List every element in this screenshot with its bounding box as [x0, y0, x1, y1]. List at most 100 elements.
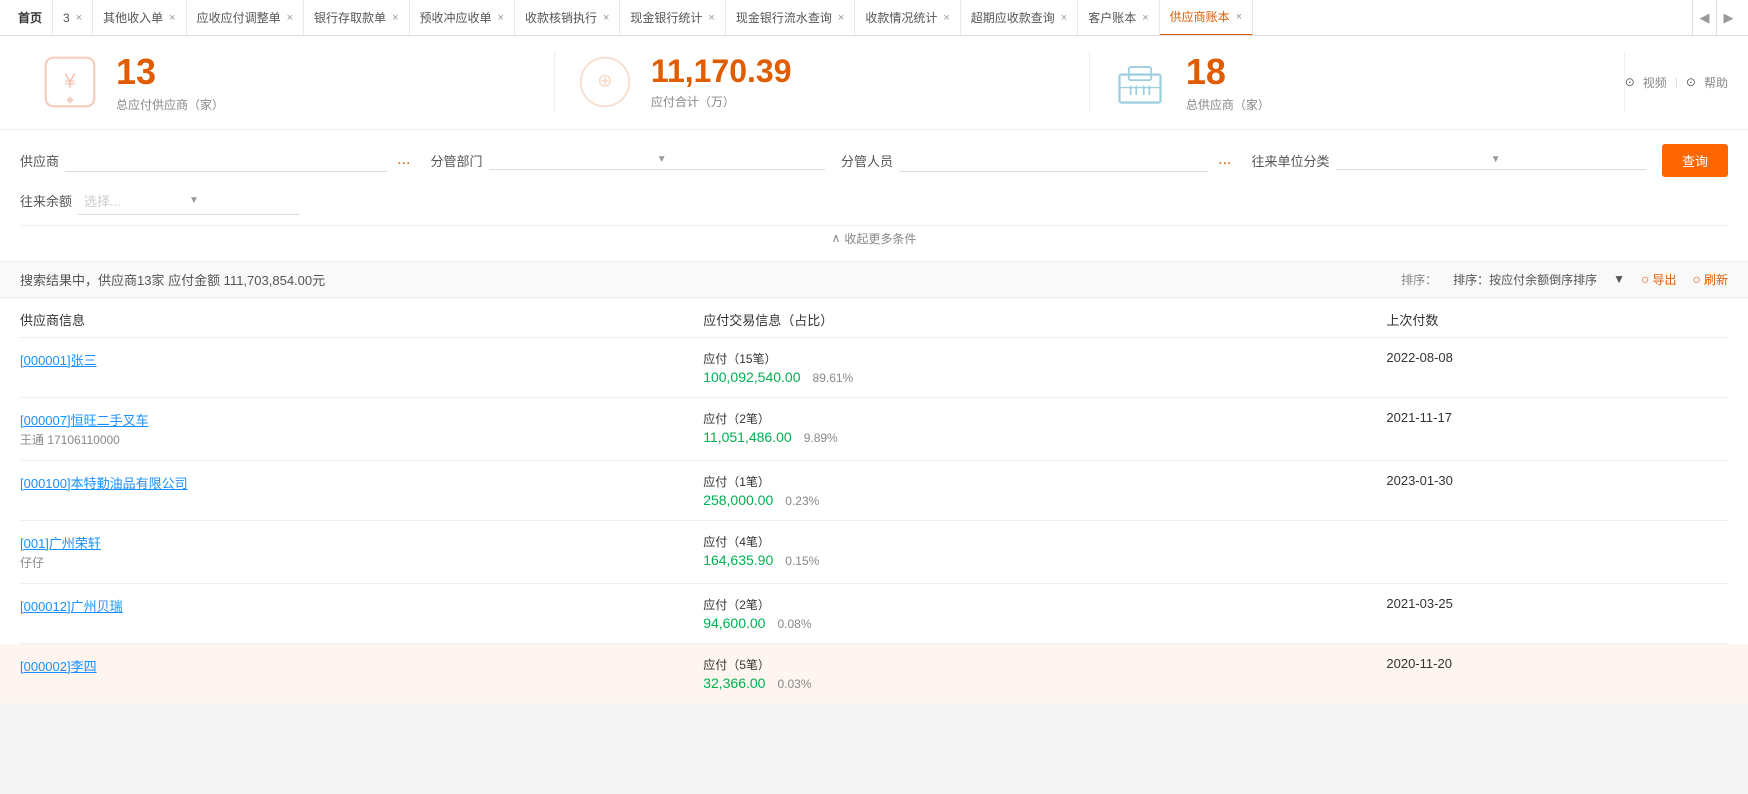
nav-tab-customer-ledger[interactable]: 客户账本× [1078, 0, 1159, 36]
close-icon[interactable]: × [1142, 12, 1148, 24]
close-icon[interactable]: × [943, 12, 949, 24]
tx-row-0: 100,092,540.00 89.61% [703, 369, 1386, 385]
filter-group-unit: 往来单位分类 ▼ [1252, 150, 1647, 170]
close-icon[interactable]: × [169, 12, 175, 24]
stats-bar: ¥ ◆ 13 总应付供应商（家） ⊕ 11,170.39 应付合计（万） [0, 36, 1748, 130]
stat-number-total: 11,170.39 [651, 54, 1069, 89]
supplier-cell-1: [000007]恒旺二手叉车王通 17106110000 [20, 410, 703, 448]
nav-tab-cash-bank-flow[interactable]: 现金银行流水查询× [726, 0, 855, 36]
export-button[interactable]: ○ 导出 [1641, 271, 1676, 288]
unit-filter-label: 往来单位分类 [1252, 151, 1330, 170]
supplier-link-2[interactable]: [000100]本特勤油品有限公司 [20, 476, 188, 491]
collapse-button[interactable]: ∧ 收起更多条件 [20, 225, 1728, 251]
tx-label-0: 应付（15笔） [703, 350, 1386, 367]
nav-tab-prepay-ar[interactable]: 预收冲应收单× [410, 0, 515, 36]
filter-area: 供应商 ... 分管部门 ▼ 分管人员 ... 往来单位分类 [0, 130, 1748, 262]
last-pay-cell-5: 2020-11-20 [1386, 656, 1728, 671]
tx-label-5: 应付（5笔） [703, 656, 1386, 673]
nav-tab-supplier-ledger[interactable]: 供应商账本× [1160, 0, 1253, 36]
stat-icon-1: ¥ ◆ [40, 52, 100, 112]
nav-tab-cash-bank-stat[interactable]: 现金银行统计× [620, 0, 725, 36]
supplier-cell-3: [001]广州荣轩仔仔 [20, 533, 703, 571]
unit-select[interactable]: ▼ [1336, 150, 1646, 170]
svg-text:⊕: ⊕ [597, 70, 613, 91]
close-icon[interactable]: × [1236, 11, 1242, 23]
nav-tab-ar-ap-adjust[interactable]: 应收应付调整单× [187, 0, 304, 36]
video-link[interactable]: 视频 [1643, 74, 1667, 91]
tx-amount-2[interactable]: 258,000.00 [703, 492, 773, 508]
supplier-link-1[interactable]: [000007]恒旺二手叉车 [20, 413, 149, 428]
tx-cell-4: 应付（2笔）94,600.000.08% [703, 596, 1386, 631]
tx-percent-1: 9.89% [804, 431, 838, 445]
stat-content-2: 11,170.39 应付合计（万） [651, 54, 1069, 110]
balance-select[interactable]: 选择... ▼ [78, 187, 300, 215]
top-nav: 首页3×其他收入单×应收应付调整单×银行存取款单×预收冲应收单×收款核销执行×现… [0, 0, 1748, 36]
supplier-link-3[interactable]: [001]广州荣轩 [20, 536, 101, 551]
close-icon[interactable]: × [708, 12, 714, 24]
person-dots[interactable]: ... [1214, 151, 1235, 169]
tx-amount-3[interactable]: 164,635.90 [703, 552, 773, 568]
refresh-button[interactable]: ○ 刷新 [1693, 271, 1728, 288]
nav-arrow-right[interactable]: ▶ [1716, 0, 1740, 36]
supplier-cell-5: [000002]李四 [20, 656, 703, 675]
svg-text:¥: ¥ [63, 70, 76, 93]
results-bar: 搜索结果中，供应商13家 应付金额 111,703,854.00元 排序： 排序… [0, 262, 1748, 298]
supplier-cell-0: [000001]张三 [20, 350, 703, 369]
video-icon: ⊙ [1625, 75, 1635, 89]
table-row: [000001]张三 应付（15笔） 100,092,540.00 89.61% 202… [20, 338, 1728, 398]
filter-row-2: 往来余额 选择... ▼ [20, 187, 300, 215]
refresh-icon: ○ [1693, 271, 1701, 287]
last-pay-cell-4: 2021-03-25 [1386, 596, 1728, 611]
last-pay-date-1: 2021-11-17 [1386, 410, 1452, 425]
search-button[interactable]: 查询 [1662, 144, 1728, 177]
supplier-filter-label: 供应商 [20, 151, 59, 170]
stat-links: ⊙ 视频 | ⊙ 帮助 [1625, 74, 1728, 91]
svg-text:◆: ◆ [66, 95, 73, 105]
dept-select[interactable]: ▼ [489, 150, 825, 170]
results-actions: 排序： 排序：按应付余额倒序排序 ▼ ○ 导出 ○ 刷新 [1401, 271, 1728, 288]
close-icon[interactable]: × [838, 12, 844, 24]
stat-label-total: 应付合计（万） [651, 93, 1069, 110]
nav-arrow-left[interactable]: ◀ [1692, 0, 1716, 36]
supplier-link-0[interactable]: [000001]张三 [20, 353, 97, 368]
stat-label-payable: 总应付供应商（家） [116, 96, 534, 113]
close-icon[interactable]: × [1061, 12, 1067, 24]
tx-amount-4[interactable]: 94,600.00 [703, 615, 765, 631]
tx-cell-2: 应付（1笔）258,000.000.23% [703, 473, 1386, 508]
tx-percent-2: 0.23% [785, 494, 819, 508]
col-header-tx: 应付交易信息（占比） [703, 310, 1386, 329]
supplier-link-5[interactable]: [000002]李四 [20, 659, 97, 674]
sort-arrow-icon: ▼ [1613, 272, 1625, 286]
nav-tab-tab3[interactable]: 3× [53, 0, 93, 36]
tx-amount-1[interactable]: 11,051,486.00 [703, 429, 792, 445]
nav-tab-home[interactable]: 首页 [8, 0, 53, 36]
nav-tab-overdue-ar[interactable]: 超期应收款查询× [961, 0, 1078, 36]
balance-chevron-icon: ▼ [189, 195, 294, 206]
tx-percent-0: 89.61% [813, 371, 854, 385]
last-pay-date-0: 2022-08-08 [1386, 350, 1453, 365]
close-icon[interactable]: × [76, 12, 82, 24]
supplier-input[interactable] [65, 148, 387, 172]
close-icon[interactable]: × [287, 12, 293, 24]
tx-amount-5[interactable]: 32,366.00 [703, 675, 765, 691]
nav-tab-other-income[interactable]: 其他收入单× [93, 0, 186, 36]
tx-cell-5: 应付（5笔）32,366.000.03% [703, 656, 1386, 691]
nav-tab-receipt-verify[interactable]: 收款核销执行× [515, 0, 620, 36]
help-link[interactable]: 帮助 [1704, 74, 1728, 91]
table-container: 供应商信息 应付交易信息（占比） 上次付数 [000001]张三应付（15笔）1… [0, 298, 1748, 703]
supplier-dots[interactable]: ... [393, 151, 414, 169]
table-row: [000002]李四应付（5笔）32,366.000.03%2020-11-20 [0, 644, 1748, 703]
tx-amount-0[interactable]: 100,092,540.00 [703, 369, 800, 385]
supplier-link-4[interactable]: [000012]广州贝瑞 [20, 599, 123, 614]
filter-group-dept: 分管部门 ▼ [431, 150, 826, 170]
stat-payable-suppliers: ¥ ◆ 13 总应付供应商（家） [20, 52, 555, 113]
nav-tab-receipt-stat[interactable]: 收款情况统计× [855, 0, 960, 36]
last-pay-cell-0: 2022-08-08 [1386, 350, 1728, 365]
person-input[interactable] [899, 148, 1208, 172]
close-icon[interactable]: × [392, 12, 398, 24]
close-icon[interactable]: × [603, 12, 609, 24]
sort-value[interactable]: 排序：按应付余额倒序排序 [1453, 271, 1597, 288]
close-icon[interactable]: × [498, 12, 504, 24]
help-icon: ⊙ [1686, 75, 1696, 89]
nav-tab-bank-deposit[interactable]: 银行存取款单× [304, 0, 409, 36]
